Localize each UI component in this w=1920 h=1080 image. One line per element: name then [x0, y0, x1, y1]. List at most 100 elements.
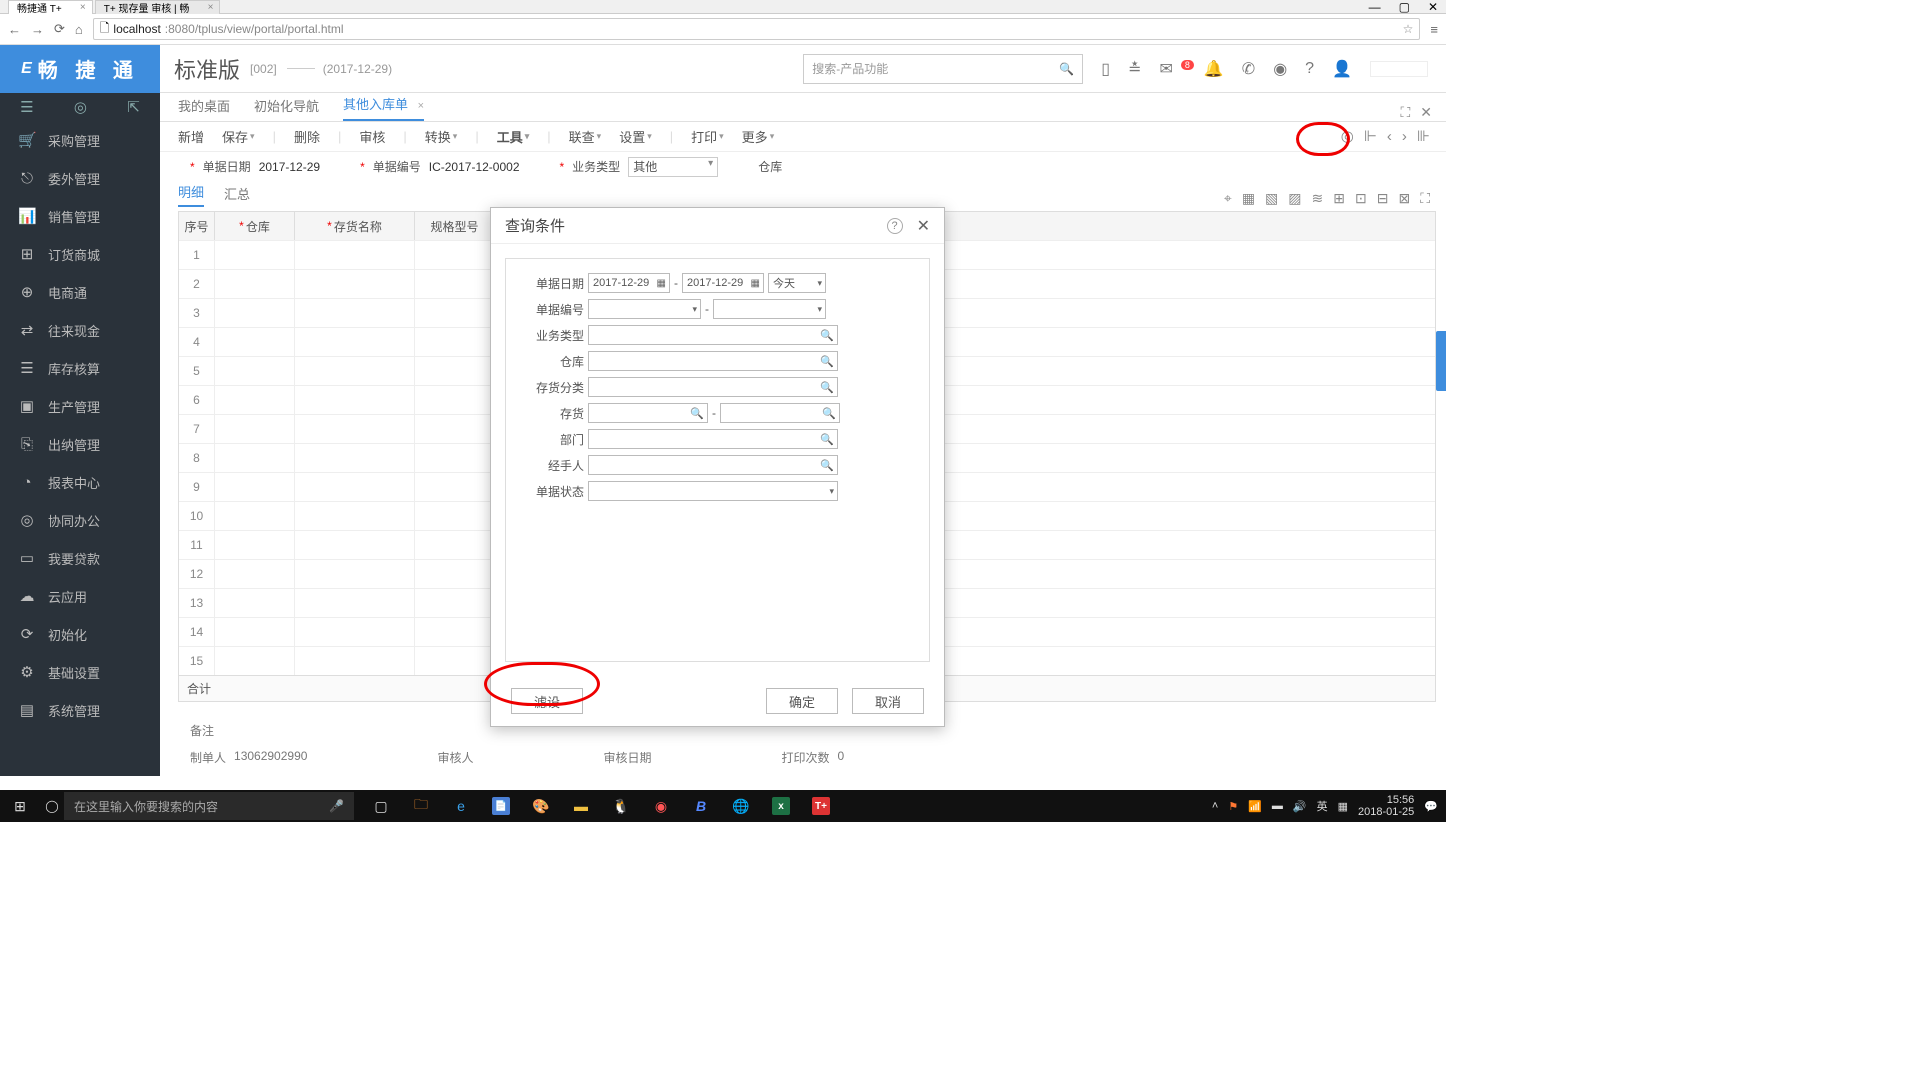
new-button[interactable]: 新增 — [178, 127, 204, 146]
cat-input[interactable]: 🔍 — [588, 377, 838, 397]
back-icon[interactable]: ← — [8, 22, 21, 37]
paint-icon[interactable]: 🎨 — [532, 797, 550, 815]
close-icon[interactable]: × — [208, 2, 214, 13]
sidebar-item-11[interactable]: ▭我要贷款 — [0, 539, 160, 577]
message-icon[interactable]: ✉8 — [1159, 59, 1185, 79]
minimize-icon[interactable]: — — [1369, 0, 1381, 14]
sidebar-item-6[interactable]: ☰库存核算 — [0, 349, 160, 387]
clock[interactable]: 15:56 2018-01-25 — [1358, 794, 1414, 818]
app-icon[interactable]: ◉ — [652, 797, 670, 815]
forward-icon[interactable]: → — [31, 22, 44, 37]
app-icon[interactable]: B — [692, 797, 710, 815]
sidebar-item-0[interactable]: 🛒采购管理 — [0, 121, 160, 159]
col-icon-2[interactable]: ⊡ — [1355, 190, 1367, 207]
date-from-input[interactable]: 2017-12-29▦ — [588, 273, 670, 293]
next-icon[interactable]: › — [1402, 128, 1407, 145]
bill-date-value[interactable]: 2017-12-29 — [259, 160, 320, 174]
biz-input[interactable]: 🔍 — [588, 325, 838, 345]
sidebar-item-10[interactable]: ◎协同办公 — [0, 501, 160, 539]
grid-icon-1[interactable]: ▦ — [1242, 190, 1255, 207]
search-icon[interactable]: 🔍 — [1059, 62, 1074, 76]
code-to-input[interactable]: ▾ — [713, 299, 826, 319]
subtab-summary[interactable]: 汇总 — [224, 184, 250, 207]
sidebar-item-14[interactable]: ⚙基础设置 — [0, 653, 160, 691]
relate-button[interactable]: 联查▾ — [569, 127, 602, 146]
browser-tab-2[interactable]: T+ 现存量 审核 | 畅 × — [95, 0, 221, 14]
phone-icon[interactable]: ✆ — [1242, 59, 1255, 79]
browser-tab-1[interactable]: 畅捷通 T+ × — [8, 0, 93, 14]
sidebar-item-1[interactable]: ⎋委外管理 — [0, 159, 160, 197]
explorer-icon[interactable]: 🗀 — [412, 797, 430, 815]
sidebar-item-8[interactable]: ⎘出纳管理 — [0, 425, 160, 463]
bell-icon[interactable]: 🔔 — [1204, 59, 1224, 79]
cortana-icon[interactable]: ◯ — [40, 799, 64, 813]
last-icon[interactable]: ⊪ — [1417, 127, 1430, 145]
close-icon[interactable]: × — [418, 100, 424, 112]
grid-icon-2[interactable]: ▧ — [1265, 190, 1278, 207]
save-button[interactable]: 保存▾ — [222, 127, 255, 146]
help-icon[interactable]: ? — [887, 218, 903, 234]
biz-type-select[interactable]: 其他 — [628, 157, 718, 177]
dept-input[interactable]: 🔍 — [588, 429, 838, 449]
subtab-detail[interactable]: 明细 — [178, 182, 204, 207]
tray-chevron-icon[interactable]: ˄ — [1212, 800, 1218, 812]
excel-icon[interactable]: x — [772, 797, 790, 815]
grid-icon-3[interactable]: ▨ — [1288, 190, 1301, 207]
sidebar-item-3[interactable]: ⊞订货商城 — [0, 235, 160, 273]
close-icon[interactable]: ✕ — [1428, 0, 1438, 14]
battery-icon[interactable]: ▬ — [1272, 800, 1283, 812]
edge-icon[interactable]: e — [452, 797, 470, 815]
user-icon[interactable]: 👤 — [1332, 59, 1352, 79]
settings-icon[interactable]: ≛ — [1128, 59, 1141, 79]
date-to-input[interactable]: 2017-12-29▦ — [682, 273, 764, 293]
convert-button[interactable]: 转换▾ — [425, 127, 458, 146]
browser-icon[interactable]: 🌐 — [732, 797, 750, 815]
tab-other-stock-in[interactable]: 其他入库单 × — [343, 94, 424, 121]
handler-input[interactable]: 🔍 — [588, 455, 838, 475]
locate-icon[interactable]: ⌖ — [1224, 190, 1232, 207]
keyboard-icon[interactable]: ▦ — [1338, 800, 1348, 813]
notifications-icon[interactable]: 💬 — [1424, 800, 1438, 813]
tab-init-guide[interactable]: 初始化导航 — [254, 96, 319, 121]
inv-to-input[interactable]: 🔍 — [720, 403, 840, 423]
home-icon[interactable]: ⌂ — [75, 22, 83, 37]
sticky-icon[interactable]: ▬ — [572, 797, 590, 815]
target-icon[interactable]: ◎ — [74, 98, 87, 116]
tab-my-desktop[interactable]: 我的桌面 — [178, 96, 230, 121]
cancel-button[interactable]: 取消 — [852, 688, 924, 714]
col-icon-1[interactable]: ⊞ — [1333, 190, 1345, 207]
reload-icon[interactable]: ⟳ — [54, 21, 65, 37]
code-from-input[interactable]: ▾ — [588, 299, 701, 319]
sidebar-item-5[interactable]: ⇄往来现金 — [0, 311, 160, 349]
wh-input[interactable]: 🔍 — [588, 351, 838, 371]
mobile-icon[interactable]: ▯ — [1101, 59, 1110, 79]
sidebar-item-12[interactable]: ☁云应用 — [0, 577, 160, 615]
sidebar-item-9[interactable]: ◔报表中心 — [0, 463, 160, 501]
qq-icon[interactable]: 🐧 — [612, 797, 630, 815]
mic-icon[interactable]: 🎤 — [329, 799, 344, 813]
sidebar-item-7[interactable]: ▣生产管理 — [0, 387, 160, 425]
prev-icon[interactable]: ‹ — [1387, 128, 1392, 145]
sidebar-item-13[interactable]: ⟳初始化 — [0, 615, 160, 653]
date-preset-select[interactable]: 今天▾ — [768, 273, 826, 293]
inv-from-input[interactable]: 🔍 — [588, 403, 708, 423]
location-icon[interactable]: ◉ — [1273, 59, 1287, 79]
col-icon-4[interactable]: ⊠ — [1398, 190, 1410, 207]
volume-icon[interactable]: 🔊 — [1293, 800, 1307, 813]
tool-button[interactable]: 工具▾ — [497, 127, 530, 146]
sidebar-item-2[interactable]: 📊销售管理 — [0, 197, 160, 235]
sidebar-item-4[interactable]: ⊕电商通 — [0, 273, 160, 311]
print-button[interactable]: 打印▾ — [691, 127, 724, 146]
close-icon[interactable]: ✕ — [917, 216, 930, 236]
ime-indicator[interactable]: 英 — [1317, 798, 1328, 814]
fullscreen-icon[interactable]: ⛶ — [1420, 190, 1430, 207]
delete-button[interactable]: 删除 — [294, 127, 320, 146]
filter-icon[interactable]: ≋ — [1312, 190, 1324, 207]
pin-icon[interactable]: ⇱ — [127, 98, 140, 116]
audit-button[interactable]: 审核 — [359, 127, 385, 146]
status-select[interactable]: ▾ — [588, 481, 838, 501]
bookmark-icon[interactable]: ☆ — [1403, 22, 1414, 36]
wifi-icon[interactable]: 📶 — [1248, 800, 1262, 813]
more-button[interactable]: 更多▾ — [742, 127, 775, 146]
bill-code-value[interactable]: IC-2017-12-0002 — [429, 160, 520, 174]
